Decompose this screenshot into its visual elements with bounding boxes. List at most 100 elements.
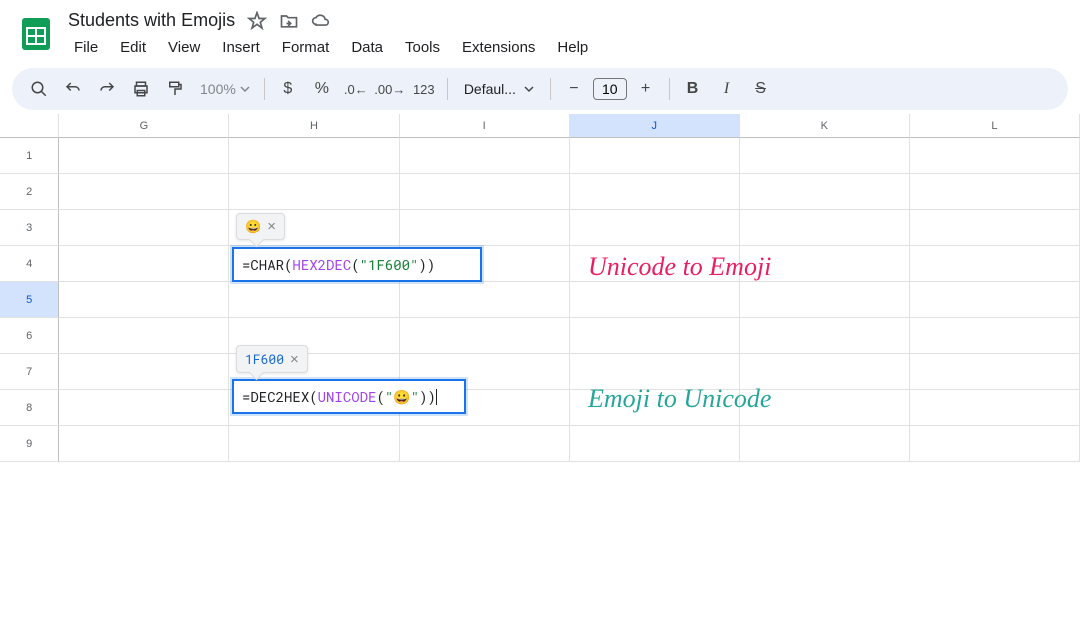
toolbar: 100% $ % .0← .00→ 123 Defaul... − 10 + B… xyxy=(12,68,1068,110)
formula-editor[interactable]: =CHAR(HEX2DEC("1F600")) xyxy=(232,247,482,282)
print-icon[interactable] xyxy=(126,74,156,104)
increase-font-icon[interactable]: + xyxy=(631,74,661,104)
formula-result-tooltip: 😀 × xyxy=(236,213,285,240)
paint-format-icon[interactable] xyxy=(160,74,190,104)
row-header[interactable]: 7 xyxy=(0,354,59,390)
cell[interactable] xyxy=(400,174,570,210)
cell[interactable] xyxy=(59,318,229,354)
move-folder-icon[interactable] xyxy=(279,11,299,31)
cell[interactable] xyxy=(570,426,740,462)
cell[interactable] xyxy=(740,426,910,462)
redo-icon[interactable] xyxy=(92,74,122,104)
row-header[interactable]: 2 xyxy=(0,174,59,210)
menu-data[interactable]: Data xyxy=(341,35,393,60)
row-header[interactable]: 5 xyxy=(0,282,59,318)
cell[interactable] xyxy=(740,138,910,174)
cell[interactable] xyxy=(910,282,1080,318)
menu-file[interactable]: File xyxy=(64,35,108,60)
column-header[interactable]: G xyxy=(59,114,229,138)
italic-icon[interactable]: I xyxy=(712,74,742,104)
row-header[interactable]: 9 xyxy=(0,426,59,462)
menu-edit[interactable]: Edit xyxy=(110,35,156,60)
cell[interactable] xyxy=(59,246,229,282)
cell[interactable] xyxy=(400,318,570,354)
menu-insert[interactable]: Insert xyxy=(212,35,270,60)
emoji-result: 😀 xyxy=(245,219,261,235)
cell[interactable] xyxy=(740,210,910,246)
row-header[interactable]: 3 xyxy=(0,210,59,246)
row-header[interactable]: 4 xyxy=(0,246,59,282)
cloud-status-icon[interactable] xyxy=(311,11,331,31)
column-header[interactable]: I xyxy=(400,114,570,138)
cell[interactable] xyxy=(400,282,570,318)
cell[interactable] xyxy=(910,174,1080,210)
cell[interactable] xyxy=(59,426,229,462)
row-header[interactable]: 6 xyxy=(0,318,59,354)
menu-extensions[interactable]: Extensions xyxy=(452,35,545,60)
zoom-dropdown[interactable]: 100% xyxy=(194,81,256,97)
cell[interactable] xyxy=(229,426,399,462)
number-format-icon[interactable]: 123 xyxy=(409,74,439,104)
strikethrough-icon[interactable]: S xyxy=(746,74,776,104)
menu-help[interactable]: Help xyxy=(547,35,598,60)
menu-format[interactable]: Format xyxy=(272,35,340,60)
menu-bar: File Edit View Insert Format Data Tools … xyxy=(64,33,1064,68)
cell[interactable] xyxy=(59,354,229,390)
star-icon[interactable] xyxy=(247,11,267,31)
decrease-decimal-icon[interactable]: .0← xyxy=(341,74,371,104)
cell[interactable] xyxy=(59,210,229,246)
document-title[interactable]: Students with Emojis xyxy=(68,10,235,31)
cell[interactable] xyxy=(59,138,229,174)
cell[interactable] xyxy=(910,354,1080,390)
cell[interactable] xyxy=(570,318,740,354)
cell[interactable] xyxy=(910,138,1080,174)
cell[interactable] xyxy=(570,174,740,210)
cell[interactable] xyxy=(570,138,740,174)
sheets-logo[interactable] xyxy=(16,8,56,60)
row-header[interactable]: 1 xyxy=(0,138,59,174)
cell[interactable] xyxy=(910,426,1080,462)
cell[interactable] xyxy=(910,318,1080,354)
cell[interactable] xyxy=(740,318,910,354)
column-header[interactable]: J xyxy=(570,114,740,138)
column-header[interactable]: H xyxy=(229,114,399,138)
bold-icon[interactable]: B xyxy=(678,74,708,104)
spreadsheet-grid: G H I J K L 1 2 3 4 5 6 7 8 9 😀 × =CHAR(… xyxy=(0,114,1080,462)
cell[interactable] xyxy=(400,210,570,246)
currency-icon[interactable]: $ xyxy=(273,74,303,104)
menu-tools[interactable]: Tools xyxy=(395,35,450,60)
cell[interactable] xyxy=(570,282,740,318)
font-family-dropdown[interactable]: Defaul... xyxy=(456,81,542,97)
hex-result: 1F600 xyxy=(245,350,284,368)
column-header[interactable]: L xyxy=(910,114,1080,138)
cell[interactable] xyxy=(229,282,399,318)
cell[interactable] xyxy=(229,138,399,174)
cell[interactable] xyxy=(59,174,229,210)
cell[interactable] xyxy=(910,246,1080,282)
cell[interactable] xyxy=(229,174,399,210)
cell[interactable] xyxy=(59,282,229,318)
increase-decimal-icon[interactable]: .00→ xyxy=(375,74,405,104)
annotation-label: Unicode to Emoji xyxy=(588,252,771,282)
formula-editor[interactable]: =DEC2HEX(UNICODE("😀")) xyxy=(232,379,466,414)
undo-icon[interactable] xyxy=(58,74,88,104)
cell[interactable] xyxy=(910,390,1080,426)
cell[interactable] xyxy=(910,210,1080,246)
cell[interactable] xyxy=(400,426,570,462)
percent-icon[interactable]: % xyxy=(307,74,337,104)
cell[interactable] xyxy=(740,174,910,210)
close-icon[interactable]: × xyxy=(290,351,299,368)
search-icon[interactable] xyxy=(24,74,54,104)
decrease-font-icon[interactable]: − xyxy=(559,74,589,104)
close-icon[interactable]: × xyxy=(267,218,276,235)
cell[interactable] xyxy=(570,210,740,246)
cell[interactable] xyxy=(740,282,910,318)
row-header[interactable]: 8 xyxy=(0,390,59,426)
formula-result-tooltip: 1F600 × xyxy=(236,345,308,373)
font-size-input[interactable]: 10 xyxy=(593,78,627,100)
cell[interactable] xyxy=(400,138,570,174)
menu-view[interactable]: View xyxy=(158,35,210,60)
cell[interactable] xyxy=(59,390,229,426)
select-all-corner[interactable] xyxy=(0,114,59,138)
column-header[interactable]: K xyxy=(740,114,910,138)
